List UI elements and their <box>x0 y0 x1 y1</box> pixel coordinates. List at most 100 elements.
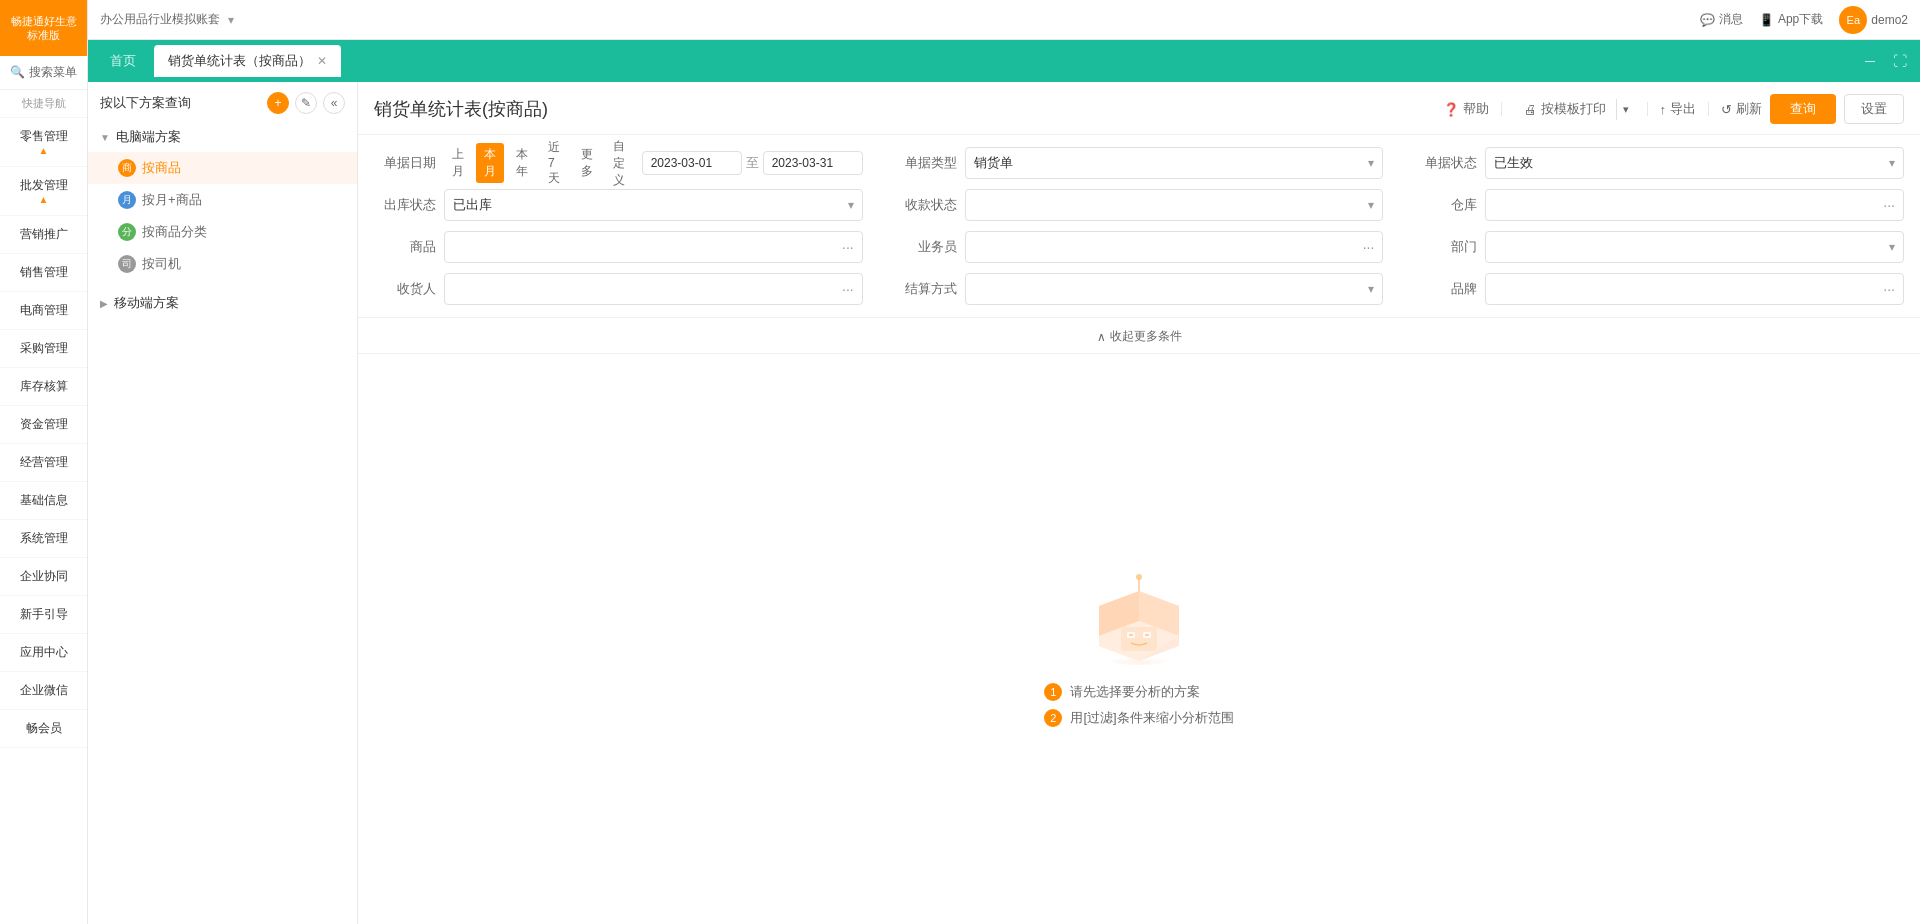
group-expand-icon: ▼ <box>100 132 110 143</box>
payment-control[interactable]: ▾ <box>965 273 1384 305</box>
salesman-ellipsis[interactable]: ··· <box>1363 239 1375 255</box>
empty-illustration <box>1079 551 1199 671</box>
out-status-control[interactable]: 已出库 ▾ <box>444 189 863 221</box>
product-control[interactable]: ··· <box>444 231 863 263</box>
add-scheme-btn[interactable]: + <box>267 92 289 114</box>
sidebar-item-system[interactable]: 系统管理 <box>0 520 87 558</box>
doc-type-control[interactable]: 销货单 ▾ <box>965 147 1384 179</box>
chevron-icon: ▲ <box>39 145 49 156</box>
quick-nav-label: 快捷导航 <box>0 90 87 118</box>
scheme-by-driver[interactable]: 司 按司机 <box>88 248 357 280</box>
tab-close-icon[interactable]: ✕ <box>317 54 327 68</box>
tab-sales-stats[interactable]: 销货单统计表（按商品） ✕ <box>154 45 341 77</box>
edit-scheme-btn[interactable]: ✎ <box>295 92 317 114</box>
scheme-icon-month: 月 <box>118 191 136 209</box>
export-btn[interactable]: ↑ 导出 <box>1660 100 1697 118</box>
sidebar-item-purchase[interactable]: 采购管理 <box>0 330 87 368</box>
consignee-ellipsis[interactable]: ··· <box>842 281 854 297</box>
sidebar-item-member[interactable]: 畅会员 <box>0 710 87 748</box>
refresh-btn[interactable]: ↺ 刷新 <box>1721 100 1762 118</box>
tab-minimize-btn[interactable]: ─ <box>1858 49 1882 73</box>
doc-status-control[interactable]: 已生效 ▾ <box>1485 147 1904 179</box>
sidebar-item-newguide[interactable]: 新手引导 <box>0 596 87 634</box>
action-divider2 <box>1647 102 1648 116</box>
sidebar-item-label: 采购管理 <box>20 340 68 357</box>
consignee-control[interactable]: ··· <box>444 273 863 305</box>
mobile-scheme-group-label: 移动端方案 <box>114 294 179 312</box>
salesman-control[interactable]: ··· <box>965 231 1384 263</box>
settings-btn[interactable]: 设置 <box>1844 94 1904 124</box>
print-dropdown-icon[interactable]: ▾ <box>1616 99 1635 120</box>
sidebar-item-operation[interactable]: 经营管理 <box>0 444 87 482</box>
message-btn[interactable]: 💬 消息 <box>1700 11 1743 28</box>
sidebar-item-inventory[interactable]: 库存核算 <box>0 368 87 406</box>
filter-payment: 结算方式 ▾ <box>895 273 1384 305</box>
avatar: Ea <box>1839 6 1867 34</box>
search-menu[interactable]: 🔍 搜索菜单 <box>0 56 87 90</box>
brand-control[interactable]: ··· <box>1485 273 1904 305</box>
date-start-input[interactable] <box>642 151 742 175</box>
user-profile[interactable]: Ea demo2 <box>1839 6 1908 34</box>
scheme-by-month-product[interactable]: 月 按月+商品 <box>88 184 357 216</box>
date-end-input[interactable] <box>763 151 863 175</box>
filter-row-1: 单据日期 上月 本月 本年 近7天 更多 自定义 至 <box>374 147 1904 179</box>
date-tab-this-month[interactable]: 本月 <box>476 143 504 183</box>
sidebar: 畅捷通好生意 标准版 🔍 搜索菜单 快捷导航 零售管理 ▲ 批发管理 ▲ 营销推… <box>0 0 88 924</box>
message-icon: 💬 <box>1700 13 1715 27</box>
date-tab-last7[interactable]: 近7天 <box>540 136 569 190</box>
scheme-by-product[interactable]: 商 按商品 <box>88 152 357 184</box>
brand-label: 品牌 <box>1415 280 1485 298</box>
sidebar-item-finance[interactable]: 资金管理 <box>0 406 87 444</box>
sidebar-item-label: 营销推广 <box>20 226 68 243</box>
print-btn[interactable]: 🖨 按模板打印 ▾ <box>1514 96 1635 122</box>
warehouse-ellipsis[interactable]: ··· <box>1883 197 1895 213</box>
receive-status-control[interactable]: ▾ <box>965 189 1384 221</box>
action-divider3 <box>1708 102 1709 116</box>
app-logo: 畅捷通好生意 标准版 <box>0 0 88 56</box>
search-icon: 🔍 <box>10 65 25 79</box>
query-panel: 按以下方案查询 + ✎ « ▼ 电脑端方案 商 按商品 月 <box>88 82 358 924</box>
tab-sales-stats-label: 销货单统计表（按商品） <box>168 52 311 70</box>
sidebar-item-sales[interactable]: 销售管理 <box>0 254 87 292</box>
collapse-panel-btn[interactable]: « <box>323 92 345 114</box>
tab-home[interactable]: 首页 <box>96 45 150 77</box>
dept-control[interactable]: ▾ <box>1485 231 1904 263</box>
doc-status-label: 单据状态 <box>1415 154 1485 172</box>
help-btn[interactable]: ❓ 帮助 <box>1443 100 1489 118</box>
sidebar-item-label: 畅会员 <box>26 720 62 737</box>
sidebar-item-basic[interactable]: 基础信息 <box>0 482 87 520</box>
date-tab-last-month[interactable]: 上月 <box>444 143 472 183</box>
sidebar-item-enterprise[interactable]: 企业协同 <box>0 558 87 596</box>
mobile-scheme-group-header[interactable]: ▶ 移动端方案 <box>88 288 357 318</box>
warehouse-control[interactable]: ··· <box>1485 189 1904 221</box>
sidebar-item-appstore[interactable]: 应用中心 <box>0 634 87 672</box>
tab-maximize-btn[interactable]: ⛶ <box>1888 49 1912 73</box>
sidebar-item-wechat[interactable]: 企业微信 <box>0 672 87 710</box>
industry-label: 办公用品行业模拟账套 <box>100 11 220 28</box>
doc-type-label: 单据类型 <box>895 154 965 172</box>
date-tab-custom[interactable]: 自定义 <box>605 135 636 192</box>
scheme-by-category[interactable]: 分 按商品分类 <box>88 216 357 248</box>
sidebar-item-marketing[interactable]: 营销推广 <box>0 216 87 254</box>
tab-home-label: 首页 <box>110 52 136 70</box>
header-right: 💬 消息 📱 App下载 Ea demo2 <box>1700 6 1908 34</box>
query-btn[interactable]: 查询 <box>1770 94 1836 124</box>
sidebar-item-retail[interactable]: 零售管理 ▲ <box>0 118 87 167</box>
date-tab-more[interactable]: 更多 <box>573 143 601 183</box>
receive-status-chevron: ▾ <box>1368 198 1374 212</box>
product-ellipsis[interactable]: ··· <box>842 239 854 255</box>
collapse-more-btn[interactable]: ∧ 收起更多条件 <box>1085 324 1194 349</box>
pc-scheme-group-header[interactable]: ▼ 电脑端方案 <box>88 122 357 152</box>
tip-num-1: 1 <box>1044 683 1062 701</box>
sidebar-item-ecommerce[interactable]: 电商管理 <box>0 292 87 330</box>
print-icon: 🖨 <box>1524 102 1537 117</box>
app-download-btn[interactable]: 📱 App下载 <box>1759 11 1823 28</box>
brand-ellipsis[interactable]: ··· <box>1883 281 1895 297</box>
dept-chevron: ▾ <box>1889 240 1895 254</box>
print-btn-main[interactable]: 🖨 按模板打印 <box>1514 96 1616 122</box>
sidebar-item-wholesale[interactable]: 批发管理 ▲ <box>0 167 87 216</box>
query-panel-actions: + ✎ « <box>267 92 345 114</box>
date-tab-this-year[interactable]: 本年 <box>508 143 536 183</box>
refresh-icon: ↺ <box>1721 102 1732 117</box>
sidebar-item-label: 企业协同 <box>20 568 68 585</box>
